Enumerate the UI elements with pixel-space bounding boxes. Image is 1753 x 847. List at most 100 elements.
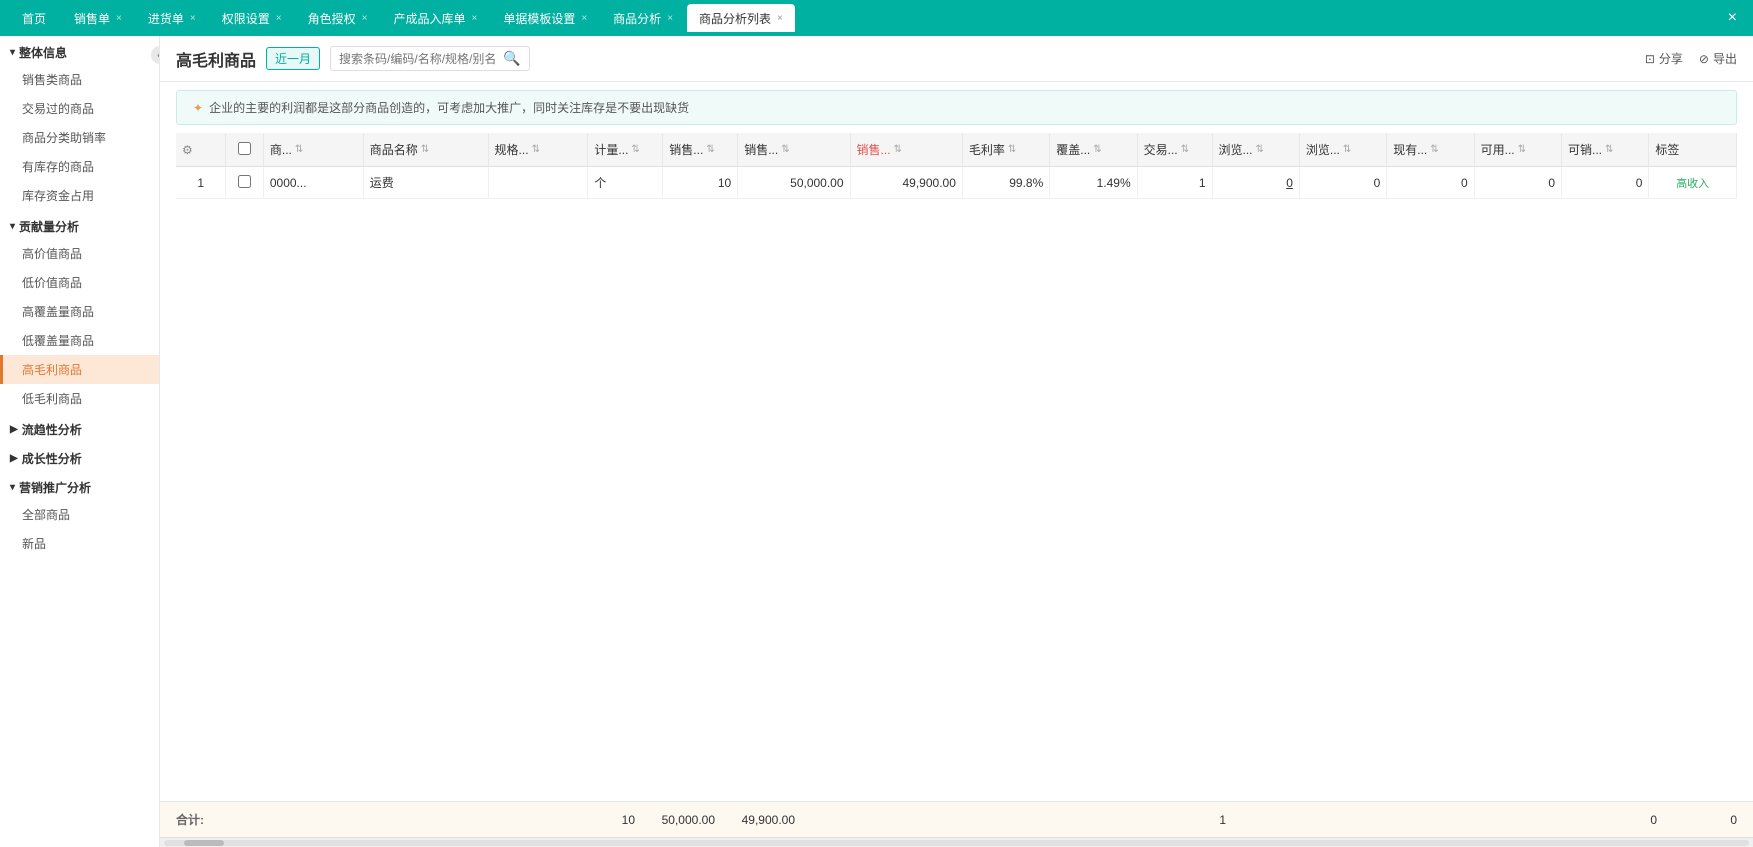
sort-coverage-icon[interactable]: ⇅	[1093, 144, 1101, 155]
sort-sales-qty-icon[interactable]: ⇅	[706, 144, 714, 155]
sidebar-group-marketing[interactable]: ▾ 营销推广分析	[0, 471, 159, 500]
sidebar-item-sales-goods[interactable]: 销售类商品	[0, 65, 159, 94]
th-spec: 规格... ⇅	[488, 133, 588, 167]
nav-home-tab[interactable]: 首页	[8, 10, 60, 27]
footer-stock1: 0	[1597, 813, 1657, 827]
period-button[interactable]: 近一月	[266, 47, 320, 70]
sidebar-group-overall[interactable]: ▾ 整体信息	[0, 36, 159, 65]
cell-stock2: 0	[1474, 167, 1561, 199]
close-tab-roles-icon[interactable]: ×	[362, 13, 368, 24]
scroll-thumb[interactable]	[184, 840, 224, 846]
share-icon: ⊡	[1645, 52, 1655, 66]
th-stock1: 现有... ⇅	[1387, 133, 1474, 167]
scroll-track[interactable]	[164, 840, 1749, 846]
sidebar-item-high-value[interactable]: 高价值商品	[0, 239, 159, 268]
sort-sales-amt-icon[interactable]: ⇅	[781, 144, 789, 155]
select-all-checkbox[interactable]	[238, 142, 251, 155]
cell-tag: 高收入	[1649, 167, 1737, 199]
sort-browse1-icon[interactable]: ⇅	[1256, 144, 1264, 155]
sidebar-item-high-coverage[interactable]: 高覆盖量商品	[0, 297, 159, 326]
nav-tab-sales[interactable]: 销售单 ×	[62, 4, 134, 32]
sidebar-item-category-rate[interactable]: 商品分类助销率	[0, 123, 159, 152]
sidebar-group-contribution[interactable]: ▾ 贡献量分析	[0, 210, 159, 239]
main-container: « ▾ 整体信息 销售类商品 交易过的商品 商品分类助销率 有库存的商品 库存资…	[0, 36, 1753, 847]
sidebar-group-trend[interactable]: ▶ 流趋性分析	[0, 413, 159, 442]
close-tab-permissions-icon[interactable]: ×	[276, 13, 282, 24]
group-arrow-growth: ▶	[10, 453, 18, 464]
page-title: 高毛利商品	[176, 47, 256, 71]
cell-checkbox	[226, 167, 263, 199]
sidebar-item-stock-capital[interactable]: 库存资金占用	[0, 181, 159, 210]
top-navigation: 首页 销售单 × 进货单 × 权限设置 × 角色授权 × 产成品入库单 × 单据…	[0, 0, 1753, 36]
nav-tab-purchase[interactable]: 进货单 ×	[136, 4, 208, 32]
sidebar-item-low-coverage[interactable]: 低覆盖量商品	[0, 326, 159, 355]
search-box: 🔍	[330, 46, 530, 71]
close-tab-analysis-icon[interactable]: ×	[667, 13, 673, 24]
sort-trade-icon[interactable]: ⇅	[1181, 144, 1189, 155]
sort-margin-icon[interactable]: ⇅	[1008, 144, 1016, 155]
sidebar: « ▾ 整体信息 销售类商品 交易过的商品 商品分类助销率 有库存的商品 库存资…	[0, 36, 160, 847]
share-button[interactable]: ⊡ 分享	[1645, 50, 1683, 67]
cell-spec	[488, 167, 588, 199]
search-input[interactable]	[339, 52, 499, 66]
close-tab-purchase-icon[interactable]: ×	[190, 13, 196, 24]
sort-stock1-icon[interactable]: ⇅	[1430, 144, 1438, 155]
sidebar-item-in-stock-goods[interactable]: 有库存的商品	[0, 152, 159, 181]
nav-tab-roles[interactable]: 角色授权 ×	[296, 4, 380, 32]
sidebar-item-all-goods[interactable]: 全部商品	[0, 500, 159, 529]
sort-code-icon[interactable]: ⇅	[295, 144, 303, 155]
info-icon: ✦	[193, 101, 203, 115]
close-tab-production-icon[interactable]: ×	[471, 13, 477, 24]
tag-badge: 高收入	[1676, 178, 1709, 190]
nav-tab-permissions[interactable]: 权限设置 ×	[210, 4, 294, 32]
browse1-link[interactable]: 0	[1286, 176, 1293, 190]
footer-label: 合计:	[176, 811, 204, 828]
close-tab-analysis-list-icon[interactable]: ×	[777, 13, 783, 24]
nav-tab-template[interactable]: 单据模板设置 ×	[491, 4, 599, 32]
th-unit: 计量... ⇅	[588, 133, 663, 167]
sort-name-icon[interactable]: ⇅	[421, 144, 429, 155]
close-tab-sales-icon[interactable]: ×	[116, 13, 122, 24]
th-tag: 标签	[1649, 133, 1737, 167]
content-header: 高毛利商品 近一月 🔍 ⊡ 分享 ⊘ 导出	[160, 36, 1753, 82]
th-sellable: 可销... ⇅	[1562, 133, 1649, 167]
th-trade: 交易... ⇅	[1137, 133, 1212, 167]
th-margin-rate: 毛利率 ⇅	[962, 133, 1049, 167]
group-arrow-trend: ▶	[10, 424, 18, 435]
cell-margin-rate: 99.8%	[962, 167, 1049, 199]
export-button[interactable]: ⊘ 导出	[1699, 50, 1737, 67]
sidebar-item-traded-goods[interactable]: 交易过的商品	[0, 94, 159, 123]
sidebar-item-low-margin[interactable]: 低毛利商品	[0, 384, 159, 413]
cell-sellable: 0	[1562, 167, 1649, 199]
th-sales-amt: 销售... ⇅	[738, 133, 850, 167]
sidebar-group-growth[interactable]: ▶ 成长性分析	[0, 442, 159, 471]
sidebar-item-high-margin[interactable]: 高毛利商品	[0, 355, 159, 384]
sort-stock2-icon[interactable]: ⇅	[1518, 144, 1526, 155]
nav-tab-production[interactable]: 产成品入库单 ×	[381, 4, 489, 32]
table-container: ⚙ 商... ⇅	[160, 133, 1753, 801]
sort-sellable-icon[interactable]: ⇅	[1605, 144, 1613, 155]
sort-browse2-icon[interactable]: ⇅	[1343, 144, 1351, 155]
th-coverage: 覆盖... ⇅	[1050, 133, 1137, 167]
cell-browse2: 0	[1299, 167, 1386, 199]
close-tab-template-icon[interactable]: ×	[581, 13, 587, 24]
cell-sales-qty: 10	[663, 167, 738, 199]
sidebar-item-low-value[interactable]: 低价值商品	[0, 268, 159, 297]
nav-tab-analysis[interactable]: 商品分析 ×	[601, 4, 685, 32]
search-icon[interactable]: 🔍	[503, 50, 520, 67]
footer-sales-qty: 10	[575, 813, 635, 827]
group-arrow-contribution: ▾	[10, 221, 15, 232]
row-checkbox[interactable]	[238, 175, 251, 188]
sidebar-item-new-goods[interactable]: 新品	[0, 529, 159, 558]
sort-unit-icon[interactable]: ⇅	[631, 144, 639, 155]
footer-summary-bar: 合计: 10 50,000.00 49,900.00 1 0 0	[160, 801, 1753, 837]
sort-sales-cost-icon[interactable]: ⇅	[894, 144, 902, 155]
settings-icon[interactable]: ⚙	[182, 143, 193, 157]
sort-spec-icon[interactable]: ⇅	[532, 144, 540, 155]
nav-tab-analysis-list[interactable]: 商品分析列表 ×	[687, 4, 795, 32]
close-all-tabs-button[interactable]: ×	[1720, 9, 1745, 27]
footer-stock2: 0	[1677, 813, 1737, 827]
cell-code: 0000...	[263, 167, 363, 199]
horizontal-scrollbar[interactable]	[160, 837, 1753, 847]
export-icon: ⊘	[1699, 52, 1709, 66]
